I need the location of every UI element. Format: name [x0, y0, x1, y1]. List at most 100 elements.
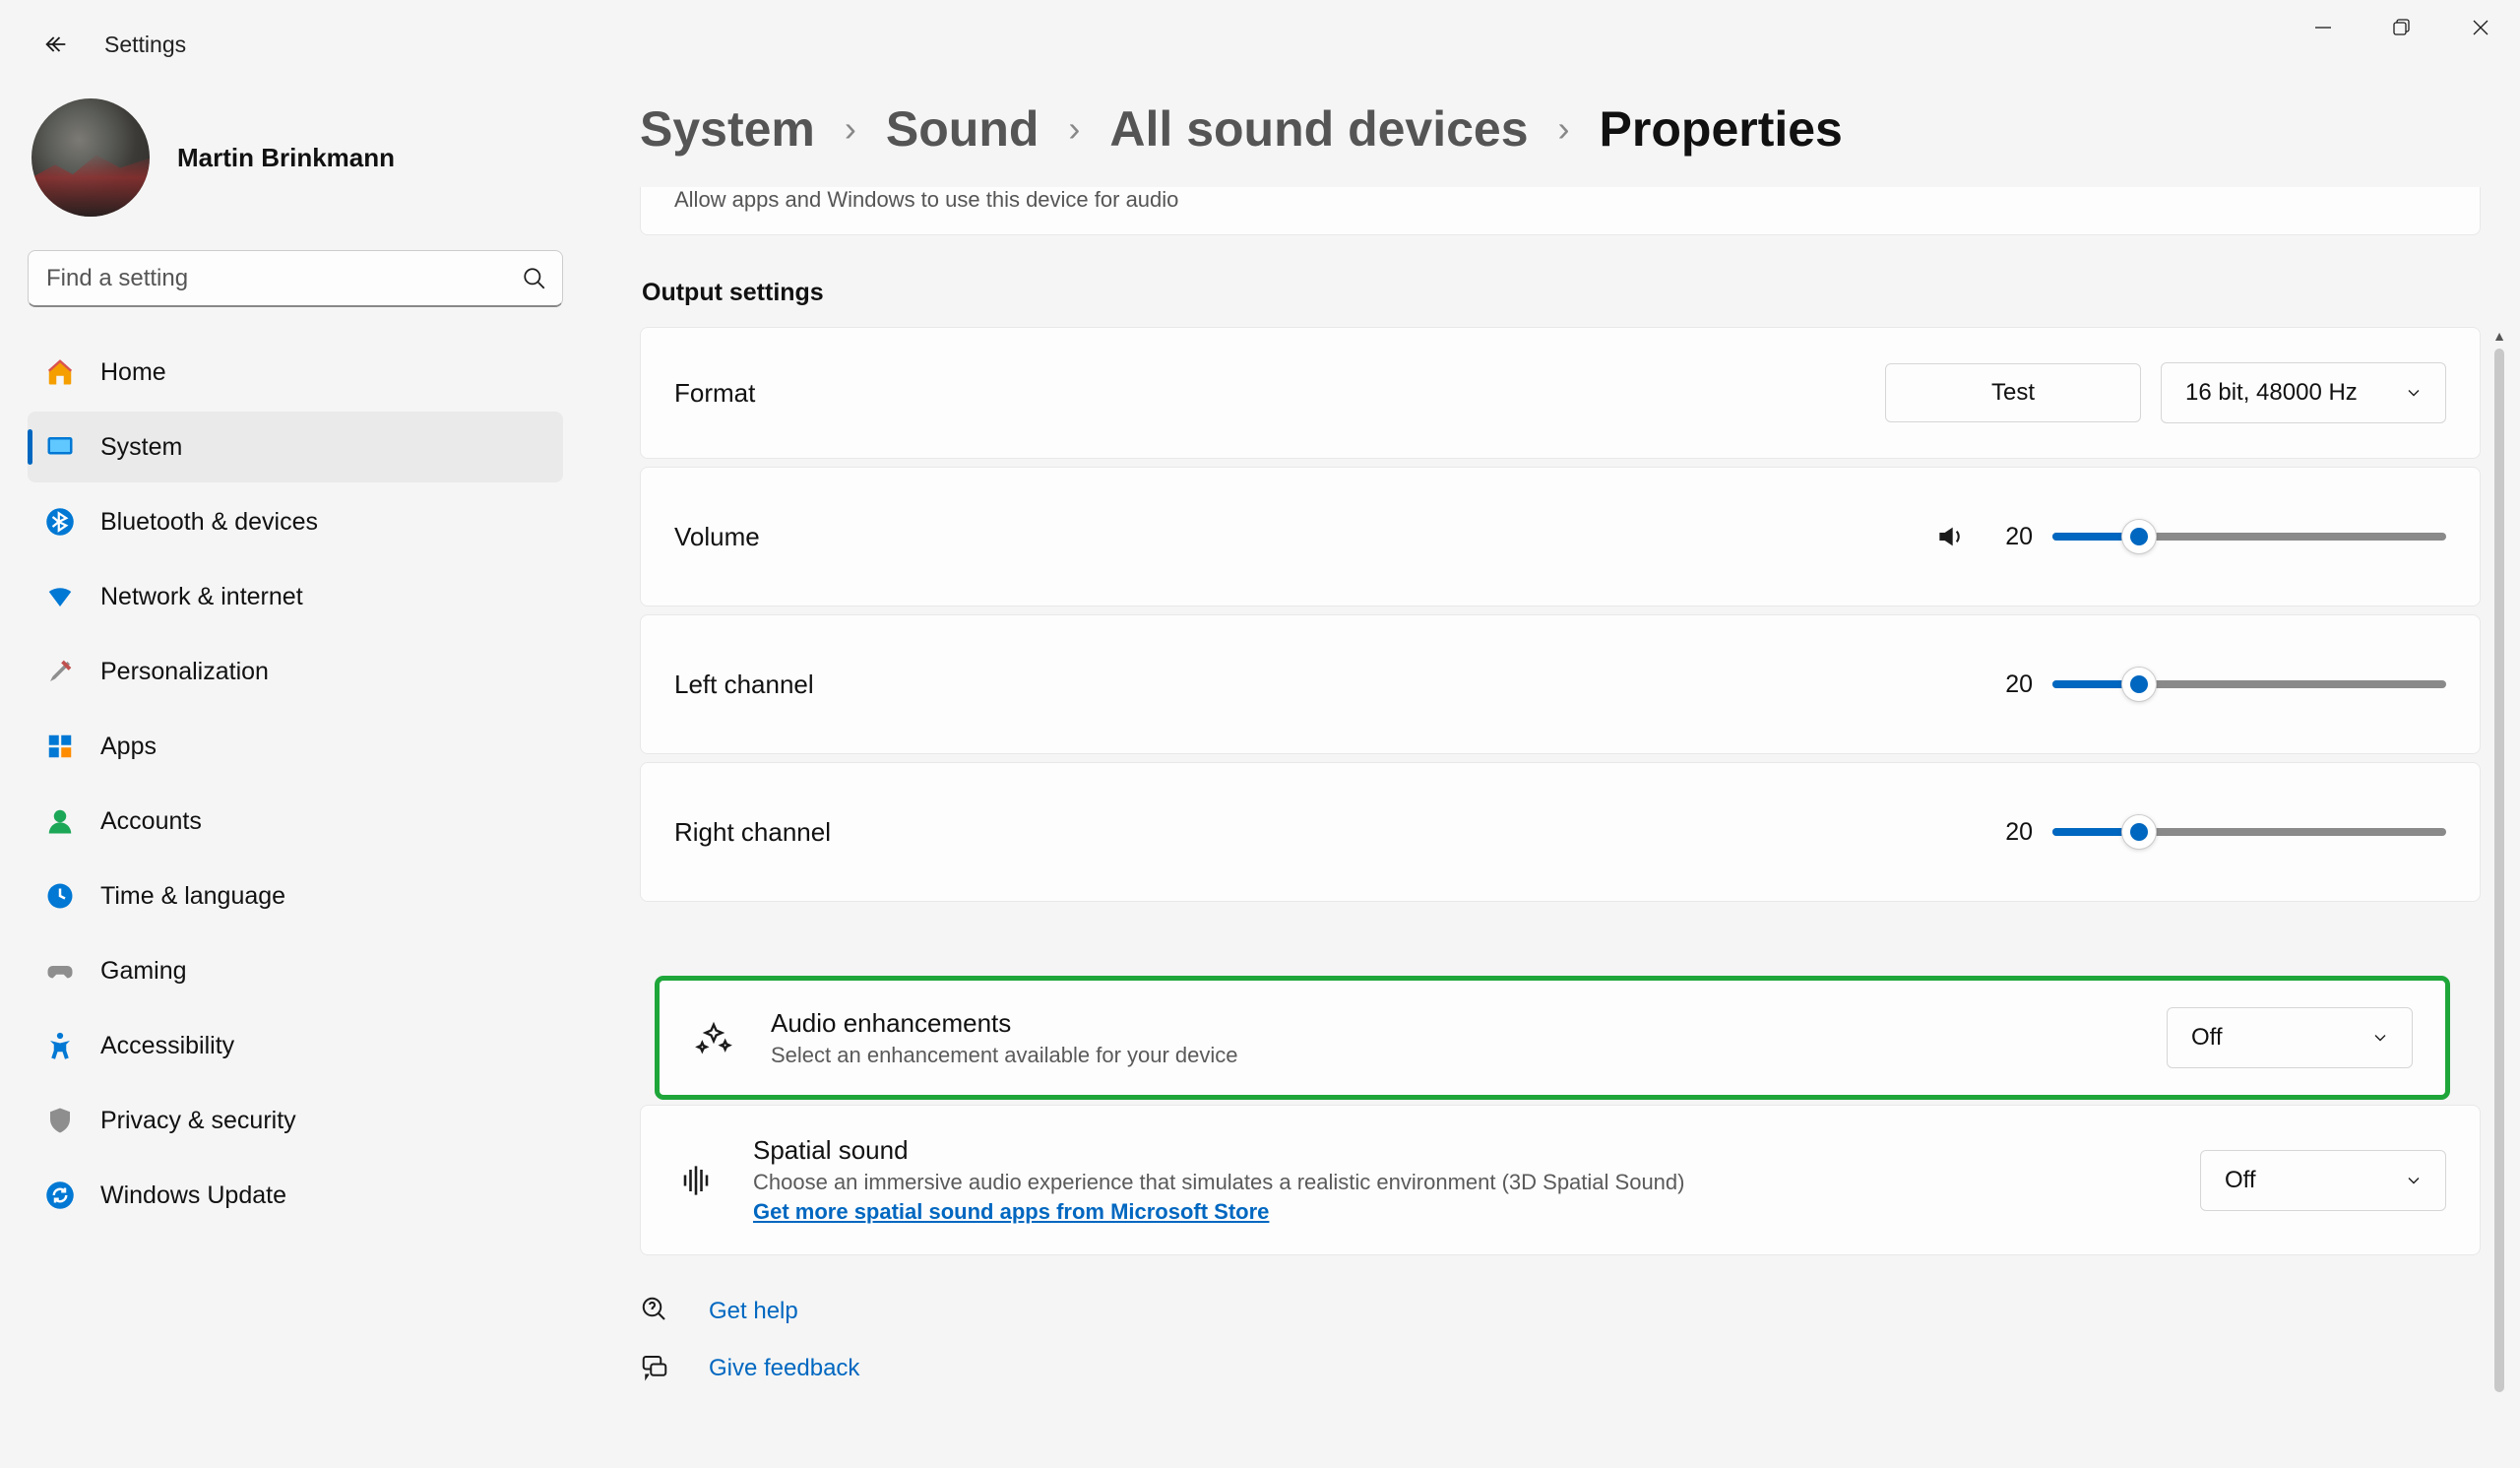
speaker-icon[interactable] [1934, 521, 1966, 552]
maximize-button[interactable] [2362, 0, 2441, 55]
sidebar-item-update[interactable]: Windows Update [28, 1160, 563, 1231]
apps-icon [43, 730, 77, 763]
shield-icon [43, 1104, 77, 1137]
person-icon [43, 804, 77, 838]
right-channel-label: Right channel [674, 817, 831, 848]
spatial-sound-store-link[interactable]: Get more spatial sound apps from Microso… [753, 1199, 1269, 1225]
allow-apps-card[interactable]: Allow apps and Windows to use this devic… [640, 187, 2481, 235]
format-label: Format [674, 378, 755, 409]
left-channel-value: 20 [1985, 670, 2033, 699]
search-icon[interactable] [522, 266, 547, 291]
help-row: Get help [640, 1295, 2481, 1328]
format-card: Format Test 16 bit, 48000 Hz [640, 327, 2481, 459]
audio-enhancements-select[interactable]: Off [2167, 1007, 2413, 1068]
sidebar-item-network[interactable]: Network & internet [28, 561, 563, 632]
minimize-button[interactable] [2284, 0, 2362, 55]
soundwave-icon [674, 1159, 718, 1202]
back-button[interactable] [32, 20, 81, 69]
sidebar-item-accessibility[interactable]: Accessibility [28, 1010, 563, 1081]
system-icon [43, 430, 77, 464]
spatial-sound-card[interactable]: Spatial sound Choose an immersive audio … [640, 1105, 2481, 1255]
chevron-down-icon [2370, 1028, 2390, 1048]
breadcrumb-system[interactable]: System [640, 100, 815, 158]
titlebar: Settings [0, 0, 2520, 89]
chevron-down-icon [2404, 383, 2424, 403]
sidebar-item-apps[interactable]: Apps [28, 711, 563, 782]
breadcrumb-current: Properties [1600, 100, 1843, 158]
sidebar-item-gaming[interactable]: Gaming [28, 935, 563, 1006]
scrollbar[interactable]: ▲ [2490, 327, 2508, 1468]
sidebar-item-label: Gaming [100, 957, 187, 986]
sidebar-item-label: Apps [100, 733, 157, 761]
content-scroll: Allow apps and Windows to use this devic… [640, 187, 2508, 1428]
search-input[interactable] [28, 250, 563, 307]
breadcrumb: System › Sound › All sound devices › Pro… [640, 98, 2508, 187]
slider-thumb[interactable] [2121, 814, 2157, 850]
give-feedback-link[interactable]: Give feedback [709, 1355, 859, 1382]
sidebar: Martin Brinkmann Home System Bluetooth &… [0, 98, 591, 1231]
chevron-right-icon: › [1068, 108, 1080, 150]
app-title: Settings [104, 32, 186, 58]
sidebar-item-label: System [100, 433, 182, 462]
avatar [32, 98, 150, 217]
accessibility-icon [43, 1029, 77, 1062]
spatial-sound-select[interactable]: Off [2200, 1150, 2446, 1211]
sidebar-item-personalization[interactable]: Personalization [28, 636, 563, 707]
home-icon [43, 355, 77, 389]
sync-icon [43, 1179, 77, 1212]
slider-thumb[interactable] [2121, 519, 2157, 554]
minimize-icon [2313, 18, 2333, 37]
volume-slider[interactable] [2052, 533, 2446, 541]
scroll-up-icon[interactable]: ▲ [2490, 327, 2508, 345]
sidebar-item-label: Windows Update [100, 1181, 286, 1210]
sparkle-icon [692, 1016, 735, 1059]
sidebar-item-bluetooth[interactable]: Bluetooth & devices [28, 486, 563, 557]
scroll-thumb[interactable] [2494, 349, 2504, 1392]
slider-thumb[interactable] [2121, 667, 2157, 702]
breadcrumb-all-sound-devices[interactable]: All sound devices [1109, 100, 1528, 158]
sidebar-item-time[interactable]: Time & language [28, 861, 563, 931]
main: System › Sound › All sound devices › Pro… [640, 98, 2508, 1468]
feedback-icon [640, 1352, 673, 1385]
get-help-link[interactable]: Get help [709, 1298, 798, 1325]
right-channel-card: Right channel 20 [640, 762, 2481, 902]
audio-enhancements-title: Audio enhancements [771, 1008, 1238, 1039]
sidebar-item-privacy[interactable]: Privacy & security [28, 1085, 563, 1156]
format-value: 16 bit, 48000 Hz [2185, 379, 2358, 407]
spatial-sound-value: Off [2225, 1167, 2256, 1194]
sidebar-item-system[interactable]: System [28, 412, 563, 482]
maximize-icon [2392, 18, 2412, 37]
chevron-right-icon: › [845, 108, 856, 150]
profile[interactable]: Martin Brinkmann [28, 98, 563, 246]
format-select[interactable]: 16 bit, 48000 Hz [2161, 362, 2446, 423]
breadcrumb-sound[interactable]: Sound [886, 100, 1040, 158]
sidebar-item-accounts[interactable]: Accounts [28, 786, 563, 857]
audio-enhancements-sub: Select an enhancement available for your… [771, 1043, 1238, 1068]
audio-enhancements-card[interactable]: Audio enhancements Select an enhancement… [658, 979, 2447, 1097]
sidebar-item-home[interactable]: Home [28, 337, 563, 408]
volume-card: Volume 20 [640, 467, 2481, 606]
sidebar-item-label: Bluetooth & devices [100, 508, 318, 537]
left-channel-label: Left channel [674, 670, 814, 700]
sidebar-item-label: Home [100, 358, 166, 387]
sidebar-item-label: Personalization [100, 658, 269, 686]
right-channel-value: 20 [1985, 818, 2033, 847]
help-links: Get help Give feedback [640, 1295, 2481, 1385]
output-settings-heading: Output settings [642, 279, 2481, 307]
sidebar-item-label: Accessibility [100, 1032, 234, 1060]
gamepad-icon [43, 954, 77, 988]
nav: Home System Bluetooth & devices Network … [28, 337, 563, 1231]
left-channel-slider[interactable] [2052, 680, 2446, 688]
volume-label: Volume [674, 522, 760, 552]
audio-enhancements-value: Off [2191, 1024, 2223, 1052]
close-button[interactable] [2441, 0, 2520, 55]
test-button[interactable]: Test [1885, 363, 2141, 422]
sidebar-item-label: Network & internet [100, 583, 303, 611]
brush-icon [43, 655, 77, 688]
chevron-down-icon [2404, 1171, 2424, 1190]
arrow-left-icon [42, 31, 70, 58]
wifi-icon [43, 580, 77, 613]
right-channel-slider[interactable] [2052, 828, 2446, 836]
spatial-sound-title: Spatial sound [753, 1135, 1684, 1166]
search [28, 250, 563, 307]
